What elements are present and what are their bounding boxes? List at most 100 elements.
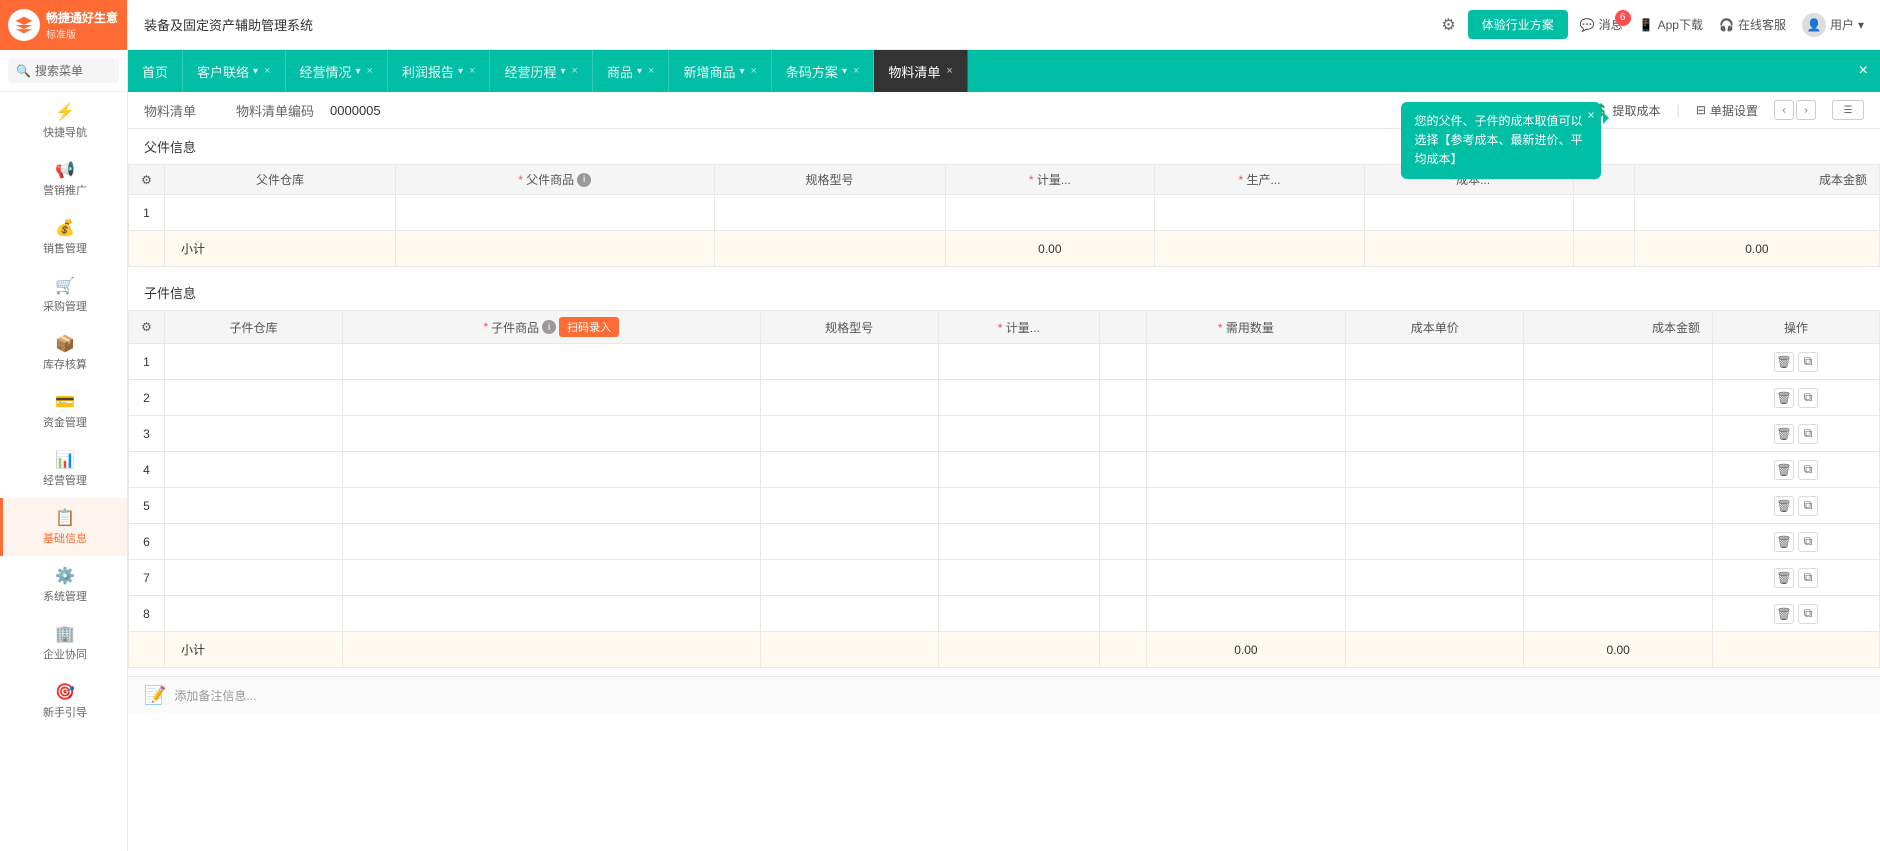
child-warehouse-cell[interactable] — [165, 380, 343, 416]
tab-barcode[interactable]: 条码方案 ▾ × — [772, 50, 874, 92]
delete-icon[interactable]: 🗑 — [1774, 352, 1794, 372]
child-goods-cell[interactable] — [342, 488, 760, 524]
child-quantity-cell[interactable] — [1146, 524, 1346, 560]
child-quantity-cell[interactable] — [1146, 560, 1346, 596]
parent-spec-cell[interactable] — [714, 195, 945, 231]
online-service-button[interactable]: 🎧 在线客服 — [1719, 16, 1786, 33]
child-quantity-cell[interactable] — [1146, 488, 1346, 524]
child-quantity-cell[interactable] — [1146, 344, 1346, 380]
child-goods-cell[interactable] — [342, 524, 760, 560]
user-menu[interactable]: 👤 用户 ▾ — [1802, 13, 1864, 37]
child-unit-cell[interactable] — [938, 524, 1099, 560]
parent-cost-cell[interactable] — [1364, 195, 1574, 231]
child-unit-cost-cell[interactable] — [1346, 452, 1524, 488]
breadcrumb-bom[interactable]: 物料清单 — [144, 101, 196, 120]
tab-home[interactable]: 首页 — [128, 50, 183, 92]
child-warehouse-cell[interactable] — [165, 596, 343, 632]
sidebar-item-inventory[interactable]: 📦 库存核算 — [0, 324, 127, 382]
delete-icon[interactable]: 🗑 — [1774, 460, 1794, 480]
child-unit-cost-cell[interactable] — [1346, 380, 1524, 416]
copy-icon[interactable]: ⧉ — [1798, 424, 1818, 444]
close-icon[interactable]: × — [648, 65, 654, 77]
gear-icon[interactable]: ⚙ — [1441, 15, 1455, 35]
child-unit-cost-cell[interactable] — [1346, 416, 1524, 452]
child-warehouse-cell[interactable] — [165, 452, 343, 488]
child-goods-cell[interactable] — [342, 452, 760, 488]
child-goods-cell[interactable] — [342, 416, 760, 452]
delete-icon[interactable]: 🗑 — [1774, 568, 1794, 588]
copy-icon[interactable]: ⧉ — [1798, 532, 1818, 552]
delete-icon[interactable]: 🗑 — [1774, 496, 1794, 516]
close-icon[interactable]: × — [469, 65, 475, 77]
sidebar-item-system[interactable]: ⚙️ 系统管理 — [0, 556, 127, 614]
info-icon[interactable]: i — [577, 173, 591, 187]
app-download-button[interactable]: 📱 App下载 — [1639, 16, 1703, 33]
copy-icon[interactable]: ⧉ — [1798, 496, 1818, 516]
close-icon[interactable]: × — [853, 65, 859, 77]
child-warehouse-cell[interactable] — [165, 416, 343, 452]
close-icon[interactable]: × — [572, 65, 578, 77]
tab-new-goods[interactable]: 新增商品 ▾ × — [669, 50, 771, 92]
list-view-button[interactable]: ☰ — [1832, 100, 1864, 120]
info-icon[interactable]: i — [542, 320, 556, 334]
child-quantity-cell[interactable] — [1146, 452, 1346, 488]
tab-operations-status[interactable]: 经营情况 ▾ × — [286, 50, 388, 92]
child-spec-cell[interactable] — [760, 596, 938, 632]
message-button[interactable]: 💬 消息 6 — [1580, 16, 1623, 33]
child-spec-cell[interactable] — [760, 344, 938, 380]
next-button[interactable]: › — [1796, 100, 1816, 120]
scan-button[interactable]: 扫码录入 — [559, 317, 619, 337]
sidebar-item-finance[interactable]: 💳 资金管理 — [0, 382, 127, 440]
sidebar-item-purchase[interactable]: 🛒 采购管理 — [0, 266, 127, 324]
sidebar-item-quick-nav[interactable]: ⚡ 快捷导航 — [0, 92, 127, 150]
child-unit-cost-cell[interactable] — [1346, 596, 1524, 632]
child-unit-cell[interactable] — [938, 488, 1099, 524]
sidebar-item-basic-info[interactable]: 📋 基础信息 — [0, 498, 127, 556]
child-warehouse-cell[interactable] — [165, 344, 343, 380]
tab-goods[interactable]: 商品 ▾ × — [593, 50, 669, 92]
copy-icon[interactable]: ⧉ — [1798, 460, 1818, 480]
child-warehouse-cell[interactable] — [165, 524, 343, 560]
child-unit-cell[interactable] — [938, 380, 1099, 416]
child-quantity-cell[interactable] — [1146, 596, 1346, 632]
th-settings[interactable]: ⚙ — [129, 165, 165, 195]
child-unit-cost-cell[interactable] — [1346, 488, 1524, 524]
copy-icon[interactable]: ⧉ — [1798, 352, 1818, 372]
delete-icon[interactable]: 🗑 — [1774, 424, 1794, 444]
sidebar-item-newbie[interactable]: 🎯 新手引导 — [0, 672, 127, 730]
child-th-settings[interactable]: ⚙ — [129, 311, 165, 344]
sidebar-item-enterprise[interactable]: 🏢 企业协同 — [0, 614, 127, 672]
child-unit-cost-cell[interactable] — [1346, 560, 1524, 596]
child-unit-cost-cell[interactable] — [1346, 524, 1524, 560]
child-warehouse-cell[interactable] — [165, 560, 343, 596]
tab-customer[interactable]: 客户联络 ▾ × — [183, 50, 285, 92]
close-icon[interactable]: × — [946, 65, 952, 77]
child-unit-cell[interactable] — [938, 560, 1099, 596]
prev-button[interactable]: ‹ — [1774, 100, 1794, 120]
parent-goods-cell[interactable] — [395, 195, 714, 231]
sidebar-item-operations[interactable]: 📊 经营管理 — [0, 440, 127, 498]
child-goods-cell[interactable] — [342, 560, 760, 596]
tab-bom[interactable]: 物料清单 × — [874, 50, 967, 92]
sidebar-item-sales[interactable]: 💰 销售管理 — [0, 208, 127, 266]
copy-icon[interactable]: ⧉ — [1798, 568, 1818, 588]
child-goods-cell[interactable] — [342, 596, 760, 632]
sidebar-search-bar[interactable]: 🔍 搜索菜单 — [0, 50, 127, 92]
child-spec-cell[interactable] — [760, 380, 938, 416]
child-warehouse-cell[interactable] — [165, 488, 343, 524]
nav-close-all-button[interactable]: × — [1855, 58, 1872, 84]
close-icon[interactable]: × — [750, 65, 756, 77]
child-spec-cell[interactable] — [760, 452, 938, 488]
child-unit-cell[interactable] — [938, 416, 1099, 452]
close-icon[interactable]: × — [264, 65, 270, 77]
tab-biz-history[interactable]: 经营历程 ▾ × — [490, 50, 592, 92]
delete-icon[interactable]: 🗑 — [1774, 532, 1794, 552]
child-goods-cell[interactable] — [342, 380, 760, 416]
copy-icon[interactable]: ⧉ — [1798, 604, 1818, 624]
child-goods-cell[interactable] — [342, 344, 760, 380]
tab-profit-report[interactable]: 利润报告 ▾ × — [388, 50, 490, 92]
parent-production-cell[interactable] — [1155, 195, 1365, 231]
note-icon[interactable]: 📝 — [144, 685, 166, 706]
child-spec-cell[interactable] — [760, 560, 938, 596]
copy-icon[interactable]: ⧉ — [1798, 388, 1818, 408]
